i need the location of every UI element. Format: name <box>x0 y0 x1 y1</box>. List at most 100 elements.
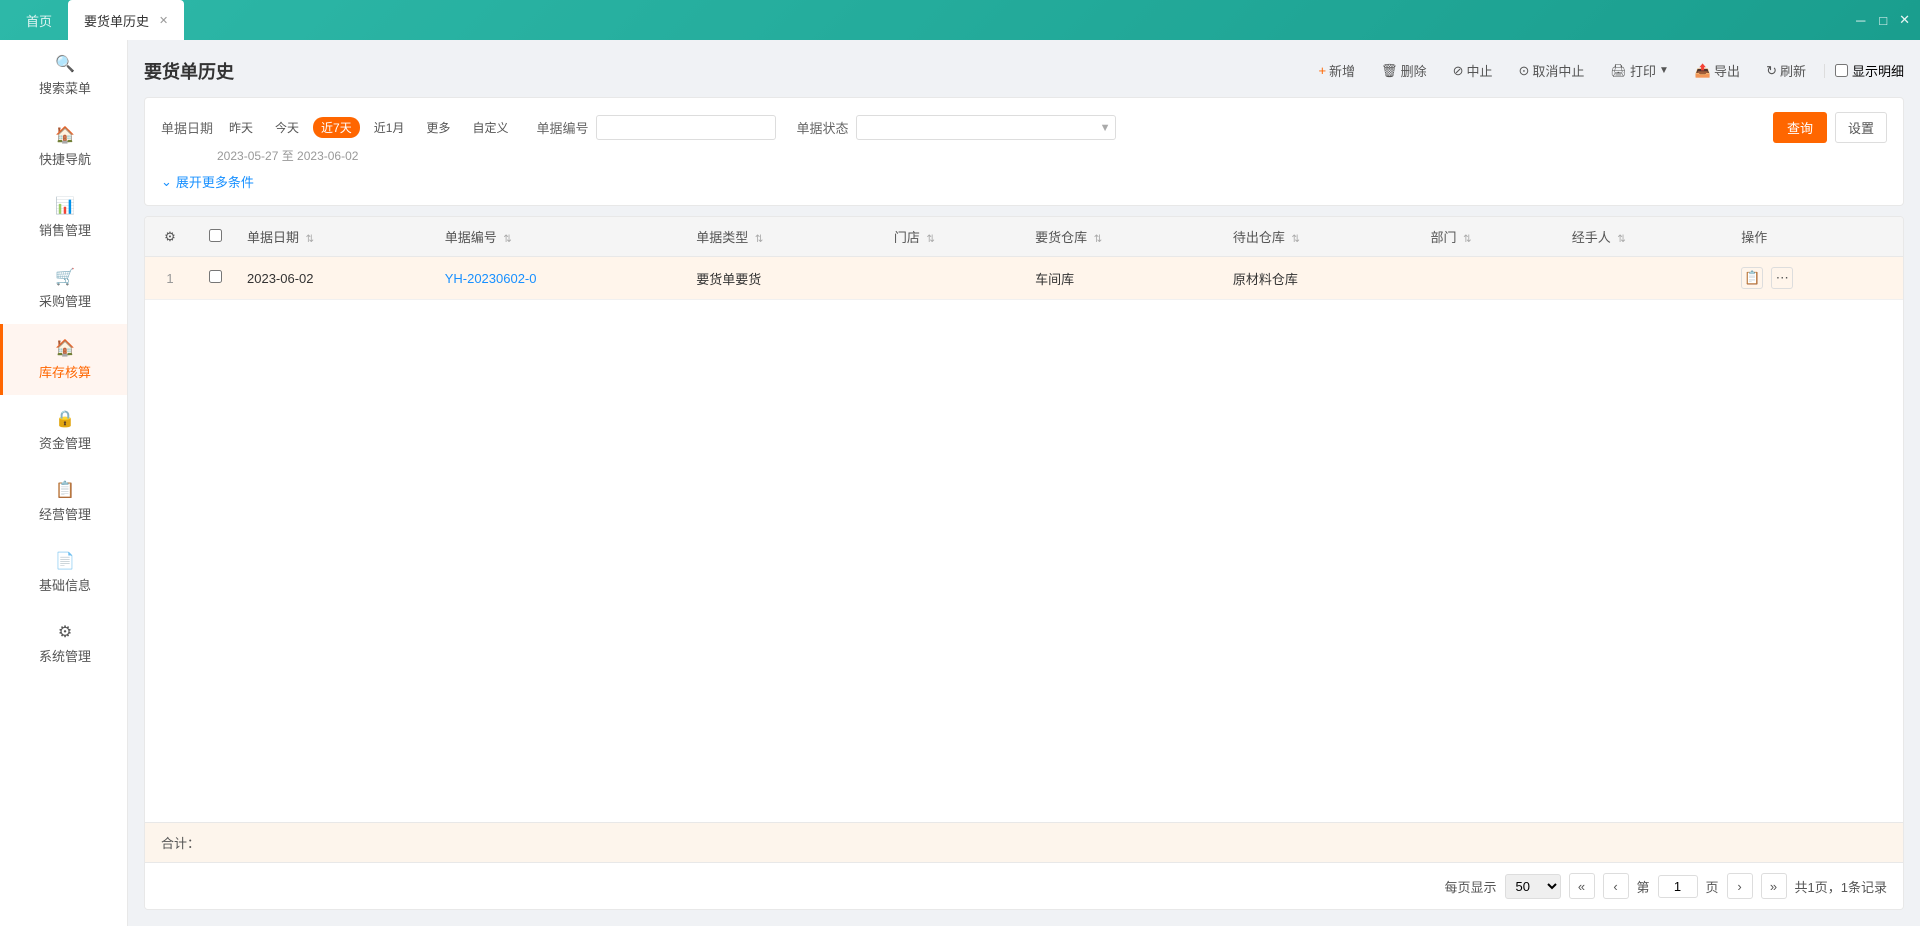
col-settings[interactable]: ⚙ <box>145 217 195 257</box>
minimize-btn[interactable]: － <box>1854 11 1867 30</box>
doc-number-label: 单据编号 <box>536 118 588 137</box>
row-date-value: 2023-06-02 <box>247 271 314 286</box>
date-btn-1month[interactable]: 近1月 <box>366 117 413 138</box>
table-header-row: ⚙ 单据日期 ⇅ 单据编号 <box>145 217 1903 257</box>
date-btn-more[interactable]: 更多 <box>418 117 458 138</box>
sidebar-item-finance[interactable]: 🔒 资金管理 <box>0 395 127 466</box>
sidebar-item-inventory[interactable]: 🏠 库存核算 <box>0 324 127 395</box>
page-header: 要货单历史 + 新增 🗑 删除 ⊘ 中止 ⊙ <box>144 56 1904 85</box>
sidebar-item-system[interactable]: ⚙ 系统管理 <box>0 608 127 679</box>
tab-history-label: 要货单历史 <box>84 11 149 30</box>
col-handler[interactable]: 经手人 ⇅ <box>1560 217 1729 257</box>
sales-icon: 📊 <box>55 196 75 216</box>
row-num: 1 <box>145 257 195 300</box>
purchase-icon: 🛒 <box>55 267 75 287</box>
stop-button[interactable]: ⊘ 中止 <box>1445 56 1501 85</box>
last-page-btn[interactable]: » <box>1761 873 1787 899</box>
status-filter: 单据状态 ▼ <box>796 115 1116 140</box>
col-checkbox[interactable] <box>195 217 235 257</box>
query-button[interactable]: 查询 <box>1773 112 1827 143</box>
print-dropdown-icon: ▼ <box>1659 65 1669 76</box>
sort-dept-icon: ⇅ <box>1463 234 1471 245</box>
show-detail-toggle[interactable]: 显示明细 <box>1835 61 1904 80</box>
col-doc-type[interactable]: 单据类型 ⇅ <box>684 217 882 257</box>
window-controls: － □ ✕ <box>1854 11 1910 30</box>
col-date-label: 单据日期 <box>247 230 299 245</box>
prev-page-btn[interactable]: ‹ <box>1603 873 1629 899</box>
table-container: ⚙ 单据日期 ⇅ 单据编号 <box>144 216 1904 910</box>
new-button[interactable]: + 新增 <box>1310 56 1363 85</box>
operations-icon: 📋 <box>55 480 75 500</box>
status-label: 单据状态 <box>796 118 848 137</box>
new-label: 新增 <box>1329 61 1355 80</box>
cancel-stop-label: 取消中止 <box>1532 61 1584 80</box>
row-checkbox[interactable] <box>209 270 222 283</box>
col-store[interactable]: 门店 ⇅ <box>882 217 1023 257</box>
sidebar-item-operations[interactable]: 📋 经营管理 <box>0 466 127 537</box>
col-dept[interactable]: 部门 ⇅ <box>1419 217 1560 257</box>
sidebar-item-search[interactable]: 🔍 搜索菜单 <box>0 40 127 111</box>
view-icon-symbol: 📋 <box>1744 270 1760 286</box>
tab-close-icon[interactable]: ✕ <box>159 14 168 27</box>
table-scroll[interactable]: ⚙ 单据日期 ⇅ 单据编号 <box>145 217 1903 822</box>
cancel-stop-button[interactable]: ⊙ 取消中止 <box>1511 56 1593 85</box>
date-btn-7days[interactable]: 近7天 <box>313 117 360 138</box>
row-checkbox-cell[interactable] <box>195 257 235 300</box>
col-req-warehouse-label: 要货仓库 <box>1035 230 1087 245</box>
export-button[interactable]: 📤 导出 <box>1687 56 1748 85</box>
col-operation-label: 操作 <box>1741 230 1767 245</box>
row-pending-warehouse: 原材料仓库 <box>1221 257 1419 300</box>
next-page-btn[interactable]: › <box>1727 873 1753 899</box>
tab-home[interactable]: 首页 <box>10 0 68 40</box>
export-icon: 📤 <box>1695 63 1711 79</box>
row-doc-no[interactable]: YH-20230602-0 <box>433 257 684 300</box>
tab-history[interactable]: 要货单历史 ✕ <box>68 0 184 40</box>
maximize-btn[interactable]: □ <box>1879 13 1887 28</box>
date-btn-custom[interactable]: 自定义 <box>464 117 516 138</box>
sidebar-item-quick-nav-label: 快捷导航 <box>39 149 91 168</box>
col-doc-no[interactable]: 单据编号 ⇅ <box>433 217 684 257</box>
sidebar-item-sales[interactable]: 📊 销售管理 <box>0 182 127 253</box>
col-operation: 操作 <box>1729 217 1903 257</box>
sidebar-item-sales-label: 销售管理 <box>39 220 91 239</box>
current-page-input[interactable] <box>1658 875 1698 898</box>
select-all-checkbox[interactable] <box>209 229 222 242</box>
row-store <box>882 257 1023 300</box>
more-icon[interactable]: ⋯ <box>1771 267 1793 289</box>
view-icon[interactable]: 📋 <box>1741 267 1763 289</box>
stop-label: 中止 <box>1466 61 1492 80</box>
col-pending-warehouse[interactable]: 待出仓库 ⇅ <box>1221 217 1419 257</box>
row-pending-wh-value: 原材料仓库 <box>1233 272 1298 287</box>
settings-button[interactable]: 设置 <box>1835 112 1887 143</box>
refresh-label: 刷新 <box>1780 61 1806 80</box>
sidebar-item-purchase-label: 采购管理 <box>39 291 91 310</box>
expand-more[interactable]: ⌄ 展开更多条件 <box>161 172 1887 191</box>
row-dept <box>1419 257 1560 300</box>
show-detail-checkbox[interactable] <box>1835 64 1848 77</box>
delete-label: 删除 <box>1401 61 1427 80</box>
delete-button[interactable]: 🗑 删除 <box>1373 56 1435 85</box>
sort-date-icon: ⇅ <box>306 234 314 245</box>
col-doc-no-label: 单据编号 <box>445 230 497 245</box>
sidebar-item-basic[interactable]: 📄 基础信息 <box>0 537 127 608</box>
close-btn[interactable]: ✕ <box>1899 12 1910 28</box>
print-button[interactable]: 🖨 打印 ▼ <box>1602 56 1676 85</box>
home-icon: 🏠 <box>55 125 75 145</box>
date-btn-today[interactable]: 今天 <box>267 117 307 138</box>
doc-number-input[interactable] <box>596 115 776 140</box>
page-size-select[interactable]: 20 50 100 <box>1505 874 1561 899</box>
sidebar-item-purchase[interactable]: 🛒 采购管理 <box>0 253 127 324</box>
refresh-icon: ↻ <box>1766 63 1777 79</box>
sidebar-item-quick-nav[interactable]: 🏠 快捷导航 <box>0 111 127 182</box>
col-req-warehouse[interactable]: 要货仓库 ⇅ <box>1023 217 1221 257</box>
sort-req-wh-icon: ⇅ <box>1094 234 1102 245</box>
row-req-warehouse: 车间库 <box>1023 257 1221 300</box>
date-btn-yesterday[interactable]: 昨天 <box>221 117 261 138</box>
sidebar-item-search-label: 搜索菜单 <box>39 78 91 97</box>
status-input[interactable] <box>856 115 1116 140</box>
col-date[interactable]: 单据日期 ⇅ <box>235 217 433 257</box>
refresh-button[interactable]: ↻ 刷新 <box>1758 56 1814 85</box>
first-page-btn[interactable]: « <box>1569 873 1595 899</box>
first-page-icon: « <box>1578 879 1585 894</box>
row-doc-no-link[interactable]: YH-20230602-0 <box>445 271 537 286</box>
